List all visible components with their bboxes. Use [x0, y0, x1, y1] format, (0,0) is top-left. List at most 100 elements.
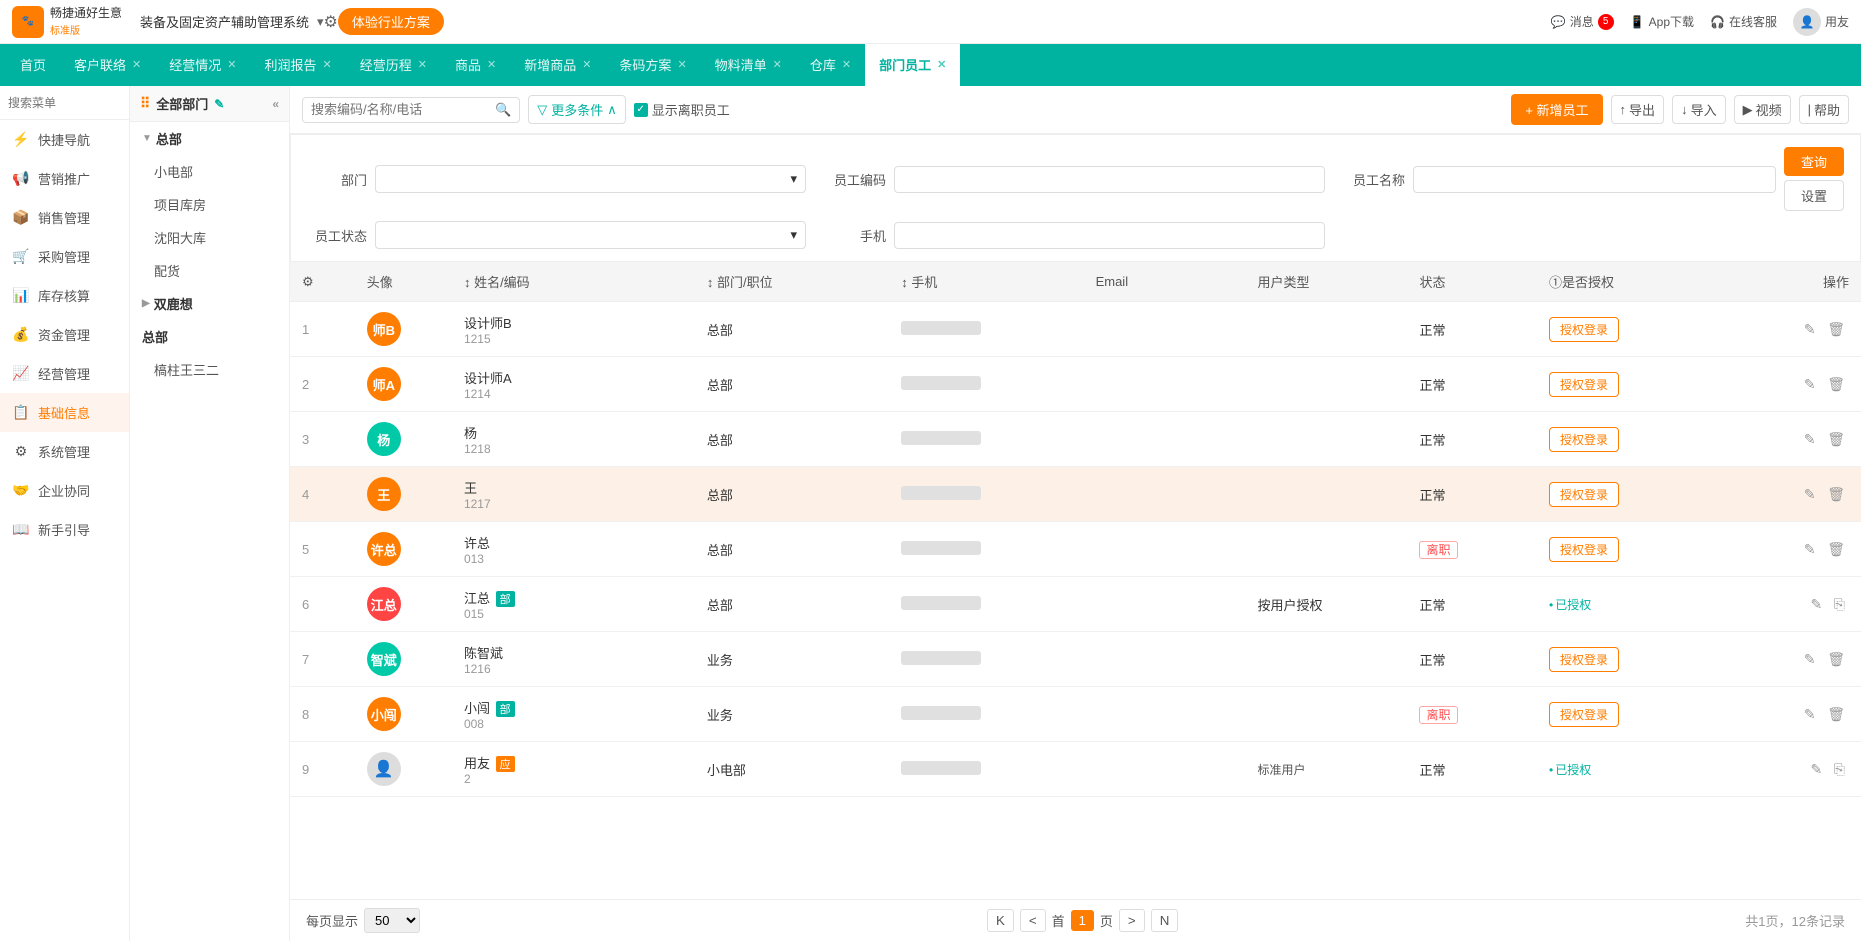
- auth-btn[interactable]: 授权登录: [1549, 427, 1619, 452]
- edit-icon[interactable]: ✎: [1800, 649, 1820, 669]
- collapse-icon[interactable]: «: [272, 97, 279, 111]
- message-btn[interactable]: 💬 消息 5: [1551, 13, 1614, 30]
- sidebar-item-shortcut[interactable]: ⚡ 快捷导航: [0, 120, 129, 159]
- search-input[interactable]: [8, 96, 130, 110]
- tree-item-zongbu2[interactable]: 总部: [130, 320, 289, 353]
- auth-btn[interactable]: 授权登录: [1549, 317, 1619, 342]
- tab-goods[interactable]: 商品✕: [441, 44, 510, 86]
- auth-btn[interactable]: 授权登录: [1549, 482, 1619, 507]
- emp-name-input[interactable]: [1413, 166, 1776, 193]
- edit-icon[interactable]: ✎: [1800, 319, 1820, 339]
- copy-icon[interactable]: ⎘: [1830, 594, 1849, 614]
- tab-operation[interactable]: 经营情况✕: [155, 44, 250, 86]
- tree-item-gaozhu[interactable]: 槁柱王三二: [130, 353, 289, 386]
- close-icon[interactable]: ✕: [418, 58, 427, 71]
- sidebar-item-base[interactable]: 📋 基础信息: [0, 393, 129, 432]
- row-num: 1: [290, 302, 355, 357]
- add-employee-button[interactable]: + 新增员工: [1511, 94, 1602, 125]
- search-input[interactable]: [311, 102, 491, 117]
- auth-btn[interactable]: 授权登录: [1549, 647, 1619, 672]
- sidebar-item-business[interactable]: 📈 经营管理: [0, 354, 129, 393]
- table-row: 5 许总 许总 013 总部 离职 授权登录: [290, 522, 1861, 577]
- close-icon[interactable]: ✕: [227, 58, 236, 71]
- col-settings[interactable]: ⚙: [290, 262, 355, 302]
- emp-status-select[interactable]: ▾: [375, 221, 806, 249]
- close-icon[interactable]: ✕: [677, 58, 686, 71]
- emp-code-input[interactable]: [894, 166, 1325, 193]
- close-icon[interactable]: ✕: [773, 58, 782, 71]
- auth-btn[interactable]: 授权登录: [1549, 537, 1619, 562]
- close-icon[interactable]: ✕: [582, 58, 591, 71]
- tab-history[interactable]: 经营历程✕: [346, 44, 441, 86]
- sidebar-item-system[interactable]: ⚙ 系统管理: [0, 432, 129, 471]
- tab-profit[interactable]: 利润报告✕: [250, 44, 345, 86]
- sidebar-item-marketing[interactable]: 📢 营销推广: [0, 159, 129, 198]
- auth-btn[interactable]: 授权登录: [1549, 702, 1619, 727]
- tree-item-shuanglu[interactable]: ▶ 双鹿想: [130, 287, 289, 320]
- col-dept-role[interactable]: ↕ 部门/职位: [695, 262, 889, 302]
- app-download-btn[interactable]: 📱 App下载: [1630, 13, 1694, 30]
- online-service-btn[interactable]: 🎧 在线客服: [1710, 13, 1777, 30]
- close-icon[interactable]: ✕: [323, 58, 332, 71]
- delete-icon[interactable]: 🗑: [1823, 539, 1849, 559]
- edit-icon[interactable]: ✎: [1800, 539, 1820, 559]
- per-page-select[interactable]: 50 100 200: [364, 908, 420, 933]
- tree-item-zongbu-group[interactable]: ▼ 总部: [130, 122, 289, 155]
- auth-btn[interactable]: 授权登录: [1549, 372, 1619, 397]
- close-icon[interactable]: ✕: [842, 58, 851, 71]
- tab-warehouse[interactable]: 仓库✕: [796, 44, 865, 86]
- tree-item-xiangmu[interactable]: 项目库房: [130, 188, 289, 221]
- tab-employees[interactable]: 部门员工✕: [865, 44, 960, 86]
- filter-more-btn[interactable]: ▽ 更多条件 ∧: [528, 95, 626, 124]
- phone-input[interactable]: [894, 222, 1325, 249]
- copy-icon[interactable]: ⎘: [1830, 759, 1849, 779]
- tab-bom[interactable]: 物料清单✕: [701, 44, 796, 86]
- last-page-btn[interactable]: N: [1151, 909, 1179, 932]
- import-button[interactable]: ↓ 导入: [1672, 95, 1726, 124]
- close-icon[interactable]: ✕: [487, 58, 496, 71]
- export-button[interactable]: ↑ 导出: [1611, 95, 1665, 124]
- sidebar-item-sales[interactable]: 📦 销售管理: [0, 198, 129, 237]
- first-page-btn[interactable]: K: [987, 909, 1014, 932]
- trial-button[interactable]: 体验行业方案: [338, 8, 444, 35]
- edit-icon[interactable]: ✎: [1800, 429, 1820, 449]
- delete-icon[interactable]: 🗑: [1823, 649, 1849, 669]
- close-icon[interactable]: ✕: [937, 58, 946, 71]
- reset-button[interactable]: 设置: [1784, 180, 1844, 211]
- sidebar-item-inventory[interactable]: 📊 库存核算: [0, 276, 129, 315]
- col-phone[interactable]: ↕ 手机: [889, 262, 1083, 302]
- delete-icon[interactable]: 🗑: [1823, 319, 1849, 339]
- tree-item-xiaodibu[interactable]: 小电部: [130, 155, 289, 188]
- edit-icon[interactable]: ✎: [214, 97, 224, 111]
- delete-icon[interactable]: 🗑: [1823, 484, 1849, 504]
- sidebar-item-finance[interactable]: 💰 资金管理: [0, 315, 129, 354]
- help-button[interactable]: | 帮助: [1799, 95, 1849, 124]
- dept-select[interactable]: ▾: [375, 165, 806, 193]
- next-page-btn[interactable]: >: [1119, 909, 1145, 932]
- view-button[interactable]: ▶ 视频: [1734, 95, 1791, 124]
- delete-icon[interactable]: 🗑: [1823, 429, 1849, 449]
- show-resigned-toggle[interactable]: ✓ 显示离职员工: [634, 100, 730, 119]
- edit-icon[interactable]: ✎: [1806, 594, 1826, 614]
- sidebar-item-enterprise[interactable]: 🤝 企业协同: [0, 471, 129, 510]
- prev-page-btn[interactable]: <: [1020, 909, 1046, 932]
- close-icon[interactable]: ✕: [132, 58, 141, 71]
- delete-icon[interactable]: 🗑: [1823, 374, 1849, 394]
- tab-barcode[interactable]: 条码方案✕: [605, 44, 700, 86]
- tab-add-goods[interactable]: 新增商品✕: [510, 44, 605, 86]
- edit-icon[interactable]: ✎: [1800, 374, 1820, 394]
- tab-customer[interactable]: 客户联络✕: [60, 44, 155, 86]
- col-name-code[interactable]: ↕ 姓名/编码: [452, 262, 695, 302]
- tree-item-shenyang[interactable]: 沈阳大库: [130, 221, 289, 254]
- edit-icon[interactable]: ✎: [1800, 484, 1820, 504]
- tree-item-peihuo[interactable]: 配货: [130, 254, 289, 287]
- gear-icon[interactable]: ⚙: [324, 12, 338, 32]
- sidebar-item-purchase[interactable]: 🛒 采购管理: [0, 237, 129, 276]
- sidebar-item-guide[interactable]: 📖 新手引导: [0, 510, 129, 549]
- delete-icon[interactable]: 🗑: [1823, 704, 1849, 724]
- edit-icon[interactable]: ✎: [1800, 704, 1820, 724]
- query-button[interactable]: 查询: [1784, 147, 1844, 176]
- tab-home[interactable]: 首页: [6, 44, 60, 86]
- edit-icon[interactable]: ✎: [1806, 759, 1826, 779]
- user-area[interactable]: 👤 用友: [1793, 8, 1849, 36]
